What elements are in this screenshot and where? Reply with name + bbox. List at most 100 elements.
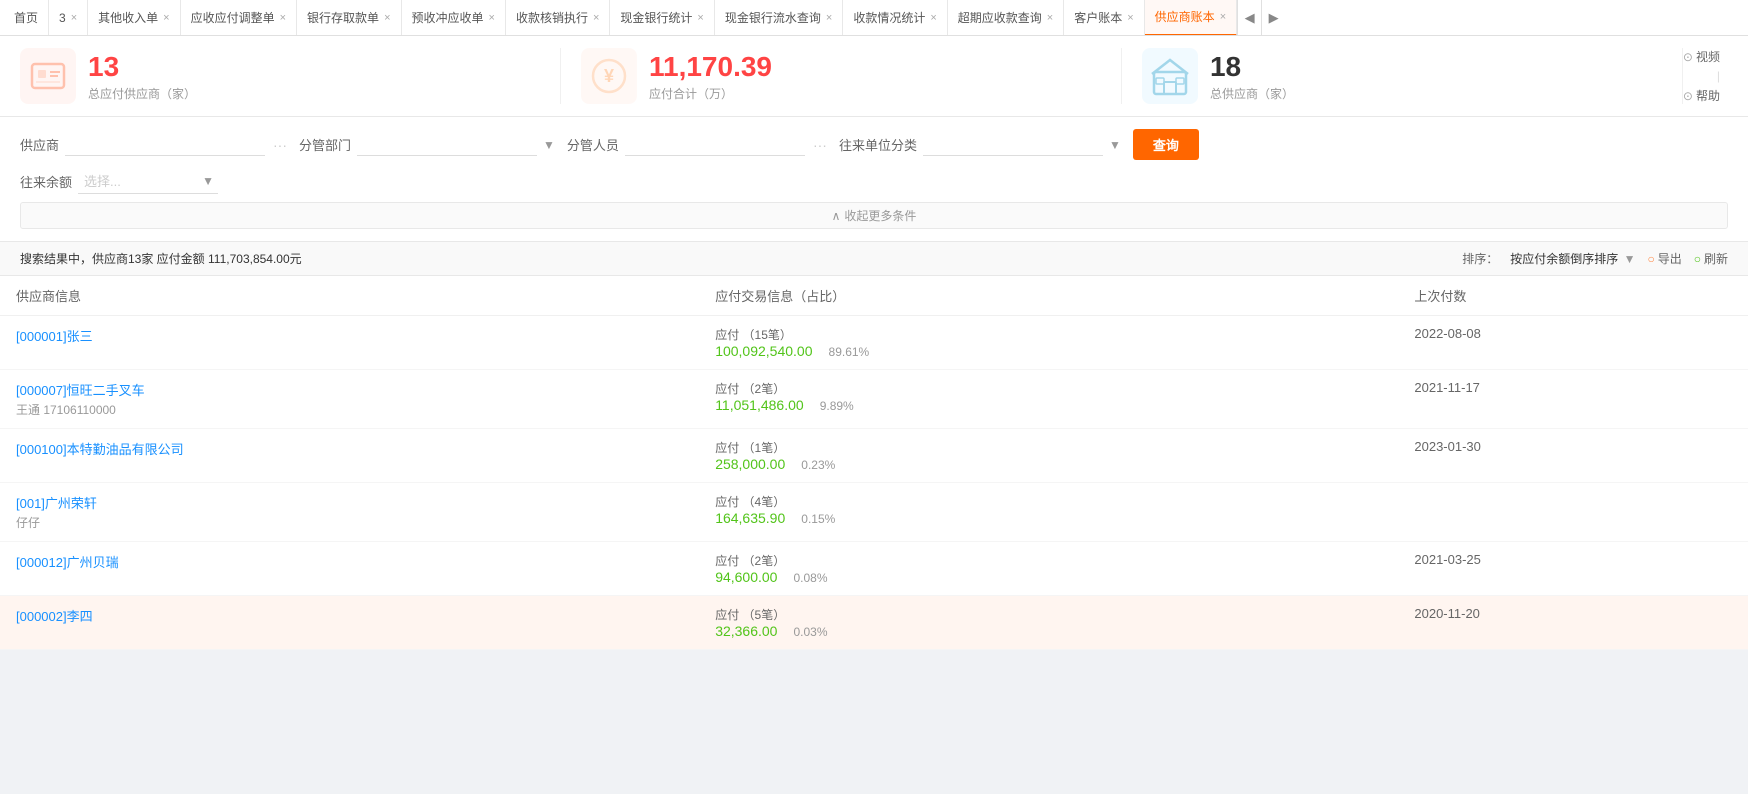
total-amount-value: 11,170.39: [649, 50, 772, 84]
person-filter: 分管人员 ···: [567, 134, 827, 156]
close-tab-supp-icon[interactable]: ×: [1220, 11, 1226, 23]
payable-suppliers-text: 13 总应付供应商（家）: [88, 50, 196, 103]
tab-cash-flow[interactable]: 现金银行流水查询 ×: [715, 0, 843, 36]
table-body: [000001]张三应付 （15笔）100,092,540.0089.61%20…: [0, 316, 1748, 650]
total-suppliers-label: 总供应商（家）: [1210, 85, 1294, 102]
nav-left-arrow[interactable]: ◀: [1237, 0, 1261, 36]
tab-other-income[interactable]: 其他收入单 ×: [88, 0, 180, 36]
pay-count: 应付 （5笔）: [715, 606, 1382, 623]
transaction-cell: 应付 （4笔）164,635.900.15%: [699, 483, 1398, 542]
amount-percent: 0.23%: [801, 458, 835, 472]
last-pay-cell: 2023-01-30: [1398, 429, 1748, 483]
category-filter: 往来单位分类 ▼: [839, 134, 1121, 156]
summary-card-total-amount: ¥ 11,170.39 应付合计（万）: [561, 48, 1122, 104]
tab-cash-stats[interactable]: 现金银行统计 ×: [610, 0, 714, 36]
supplier-cell: [001]广州荣轩仔仔: [0, 483, 699, 542]
filter-row-2: 往来余额 选择... ▼: [20, 168, 1728, 194]
amount-percent: 0.15%: [801, 512, 835, 526]
payable-suppliers-count: 13: [88, 50, 196, 84]
help-circle-icon: ⊙: [1683, 89, 1693, 103]
category-label: 往来单位分类: [839, 135, 917, 154]
col-header-supplier: 供应商信息: [0, 276, 699, 316]
collapse-up-icon: ∧: [832, 209, 841, 223]
dept-label: 分管部门: [299, 135, 351, 154]
amount-value[interactable]: 258,000.00: [715, 456, 785, 472]
collapse-button[interactable]: ∧ 收起更多条件: [20, 202, 1728, 229]
last-pay-cell: [1398, 483, 1748, 542]
shop-icon: [1142, 48, 1198, 104]
tab-home[interactable]: 首页: [4, 0, 49, 36]
tab-overdue[interactable]: 超期应收款查询 ×: [948, 0, 1064, 36]
amount-value[interactable]: 11,051,486.00: [715, 397, 804, 413]
category-dropdown-icon[interactable]: ▼: [1109, 138, 1121, 152]
supplier-cell: [000007]恒旺二手叉车王通 17106110000: [0, 370, 699, 429]
close-tab-bank-icon[interactable]: ×: [384, 12, 390, 24]
balance-dropdown-icon[interactable]: ▼: [202, 174, 218, 188]
refresh-button[interactable]: ○ 刷新: [1694, 250, 1728, 267]
close-tab-prepay-icon[interactable]: ×: [489, 12, 495, 24]
amount-value[interactable]: 32,366.00: [715, 623, 777, 639]
supplier-link[interactable]: [000002]李四: [16, 609, 93, 624]
sort-selector[interactable]: 按应付余额倒序排序 ▼: [1510, 250, 1635, 267]
supplier-cell: [000001]张三: [0, 316, 699, 370]
close-tab-income-icon[interactable]: ×: [163, 12, 169, 24]
total-suppliers-text: 18 总供应商（家）: [1210, 50, 1294, 103]
amount-value[interactable]: 100,092,540.00: [715, 343, 812, 359]
refresh-icon: ○: [1694, 252, 1701, 266]
tab-collection-stats[interactable]: 收款情况统计 ×: [843, 0, 947, 36]
close-tab-cash-icon[interactable]: ×: [697, 12, 703, 24]
supplier-link[interactable]: [001]广州荣轩: [16, 496, 97, 511]
amount-percent: 89.61%: [829, 345, 870, 359]
tab-prepay[interactable]: 预收冲应收单 ×: [402, 0, 506, 36]
amount-value[interactable]: 94,600.00: [715, 569, 777, 585]
supplier-link[interactable]: [000007]恒旺二手叉车: [16, 383, 145, 398]
close-tab-cust-icon[interactable]: ×: [1127, 12, 1133, 24]
sort-down-icon: ▼: [1624, 252, 1636, 266]
supplier-link[interactable]: [000012]广州贝瑞: [16, 555, 119, 570]
supplier-link[interactable]: [000001]张三: [16, 329, 93, 344]
close-tab-adj-icon[interactable]: ×: [280, 12, 286, 24]
video-link[interactable]: ⊙ 视频: [1683, 48, 1720, 65]
category-input[interactable]: [923, 134, 1103, 156]
person-input[interactable]: [625, 134, 805, 156]
tab-collection[interactable]: 收款核销执行 ×: [506, 0, 610, 36]
table-row: [001]广州荣轩仔仔应付 （4笔）164,635.900.15%: [0, 483, 1748, 542]
close-tab-3-icon[interactable]: ×: [71, 12, 77, 24]
nav-right-arrow[interactable]: ▶: [1261, 0, 1285, 36]
table-row: [000012]广州贝瑞应付 （2笔）94,600.000.08%2021-03…: [0, 542, 1748, 596]
dept-input[interactable]: [357, 134, 537, 156]
person-dots-icon[interactable]: ···: [813, 137, 827, 153]
supplier-link[interactable]: [000100]本特勤油品有限公司: [16, 442, 184, 457]
close-tab-overdue-icon[interactable]: ×: [1047, 12, 1053, 24]
transaction-cell: 应付 （1笔）258,000.000.23%: [699, 429, 1398, 483]
help-area: ⊙ 视频 | ⊙ 帮助: [1683, 48, 1728, 104]
query-button[interactable]: 查询: [1133, 129, 1199, 160]
result-actions: 排序： 按应付余额倒序排序 ▼ ○ 导出 ○ 刷新: [1462, 250, 1728, 267]
amount-percent: 0.03%: [793, 625, 827, 639]
supplier-cell: [000100]本特勤油品有限公司: [0, 429, 699, 483]
dept-dropdown-icon[interactable]: ▼: [543, 138, 555, 152]
summary-bar: 13 总应付供应商（家） ¥ 11,170.39 应付合计（万）: [0, 36, 1748, 117]
supplier-icon: [20, 48, 76, 104]
amount-value[interactable]: 164,635.90: [715, 510, 785, 526]
result-info: 搜索结果中，供应商13家 应付金额 111,703,854.00元: [20, 250, 302, 267]
table-row: [000007]恒旺二手叉车王通 17106110000应付 （2笔）11,05…: [0, 370, 1748, 429]
close-tab-collect-icon[interactable]: ×: [593, 12, 599, 24]
tab-supplier-ledger[interactable]: 供应商账本 ×: [1145, 0, 1237, 36]
export-icon: ○: [1647, 252, 1654, 266]
transaction-cell: 应付 （2笔）94,600.000.08%: [699, 542, 1398, 596]
help-link[interactable]: ⊙ 帮助: [1683, 87, 1720, 104]
payable-suppliers-label: 总应付供应商（家）: [88, 85, 196, 102]
close-tab-cstats-icon[interactable]: ×: [930, 12, 936, 24]
tab-bank-deposit[interactable]: 银行存取款单 ×: [297, 0, 401, 36]
supplier-dots-icon[interactable]: ···: [273, 137, 287, 153]
table-row: [000001]张三应付 （15笔）100,092,540.0089.61%20…: [0, 316, 1748, 370]
tab-adjustment[interactable]: 应收应付调整单 ×: [181, 0, 297, 36]
export-button[interactable]: ○ 导出: [1647, 250, 1681, 267]
supplier-input[interactable]: [65, 134, 265, 156]
filter-row-1: 供应商 ··· 分管部门 ▼ 分管人员 ··· 往来单位分类 ▼ 查询: [20, 129, 1728, 160]
summary-card-total-suppliers: 18 总供应商（家）: [1122, 48, 1683, 104]
tab-customer-ledger[interactable]: 客户账本 ×: [1064, 0, 1144, 36]
tab-3[interactable]: 3 ×: [49, 0, 88, 36]
close-tab-flow-icon[interactable]: ×: [826, 12, 832, 24]
